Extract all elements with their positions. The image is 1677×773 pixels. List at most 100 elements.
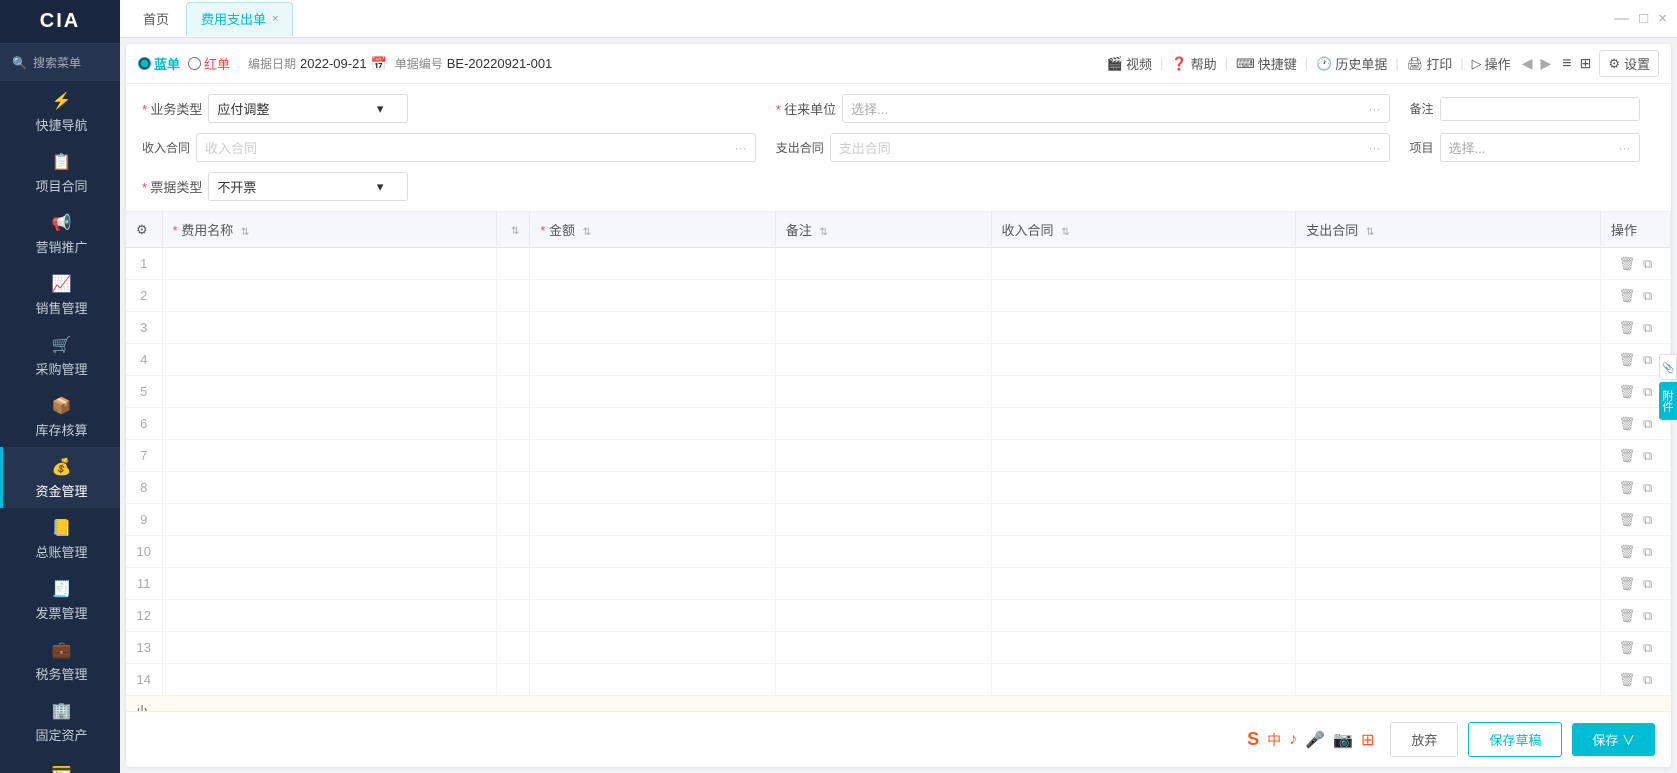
expense-contract-input[interactable]: 支出合同 ···: [830, 133, 1390, 162]
expense-name-cell[interactable]: [162, 344, 496, 376]
amount-cell[interactable]: [530, 632, 775, 664]
sort-icon[interactable]: ⇅: [241, 227, 249, 238]
tab-home[interactable]: 首页: [128, 2, 184, 36]
expense-contract-cell[interactable]: [1296, 312, 1601, 344]
copy-row-icon[interactable]: ⧉: [1643, 320, 1652, 336]
note-cell[interactable]: [775, 632, 991, 664]
expense-contract-cell[interactable]: [1296, 248, 1601, 280]
copy-row-icon[interactable]: ⧉: [1643, 672, 1652, 688]
grid-icon[interactable]: ⊞: [1361, 730, 1374, 750]
col-gear[interactable]: ⚙: [126, 212, 162, 248]
income-contract-cell[interactable]: [991, 376, 1296, 408]
settings-button[interactable]: ⚙ 设置: [1599, 50, 1659, 77]
amount-cell[interactable]: [530, 600, 775, 632]
delete-row-icon[interactable]: 🗑: [1619, 448, 1636, 464]
sidebar-item-capital[interactable]: 💰 资金管理: [0, 447, 120, 508]
delete-row-icon[interactable]: 🗑: [1619, 352, 1636, 368]
income-contract-cell[interactable]: [991, 440, 1296, 472]
delete-row-icon[interactable]: 🗑: [1619, 544, 1636, 560]
window-close-icon[interactable]: ×: [1656, 8, 1669, 29]
view-grid-icon[interactable]: ⊞: [1580, 55, 1592, 72]
amount-cell[interactable]: [530, 440, 775, 472]
attachment-button[interactable]: 附件: [1659, 382, 1677, 420]
project-input[interactable]: 选择... ···: [1440, 133, 1640, 162]
copy-row-icon[interactable]: ⧉: [1643, 512, 1652, 528]
blue-radio[interactable]: 蓝单: [138, 54, 180, 73]
copy-row-icon[interactable]: ⧉: [1643, 288, 1652, 304]
amount-sort-icon[interactable]: ⇅: [583, 227, 591, 238]
copy-row-icon[interactable]: ⧉: [1643, 640, 1652, 656]
delete-row-icon[interactable]: 🗑: [1619, 672, 1636, 688]
red-radio[interactable]: 红单: [188, 54, 230, 73]
note-cell[interactable]: [775, 504, 991, 536]
note-input[interactable]: [1440, 97, 1640, 121]
expense-contract-cell[interactable]: [1296, 536, 1601, 568]
expense-name-cell[interactable]: [162, 664, 496, 696]
copy-row-icon[interactable]: ⧉: [1643, 448, 1652, 464]
amount-cell[interactable]: [530, 344, 775, 376]
expense-contract-cell[interactable]: [1296, 408, 1601, 440]
date-value[interactable]: 2022-09-21: [300, 56, 367, 71]
invoice-type-select[interactable]: 不开票 ▾: [208, 172, 408, 201]
delete-row-icon[interactable]: 🗑: [1619, 416, 1636, 432]
sidebar-item-project-contract[interactable]: 📋 项目合同: [0, 142, 120, 203]
amount-cell[interactable]: [530, 312, 775, 344]
amount-cell[interactable]: [530, 504, 775, 536]
amount-cell[interactable]: [530, 280, 775, 312]
red-radio-input[interactable]: [188, 57, 201, 70]
mic-icon[interactable]: 🎤: [1305, 730, 1325, 750]
expense-name-cell[interactable]: [162, 408, 496, 440]
expense-contract-cell[interactable]: [1296, 440, 1601, 472]
amount-cell[interactable]: [530, 408, 775, 440]
expense-name-cell[interactable]: [162, 312, 496, 344]
camera-icon[interactable]: 📷: [1333, 730, 1353, 750]
income-contract-cell[interactable]: [991, 568, 1296, 600]
delete-row-icon[interactable]: 🗑: [1619, 640, 1636, 656]
operations-action[interactable]: ▷ 操作: [1472, 54, 1511, 73]
expense-name-cell[interactable]: [162, 472, 496, 504]
note-cell[interactable]: [775, 344, 991, 376]
blue-radio-input[interactable]: [138, 57, 151, 70]
income-contract-cell[interactable]: [991, 312, 1296, 344]
income-contract-cell[interactable]: [991, 632, 1296, 664]
copy-row-icon[interactable]: ⧉: [1643, 416, 1652, 432]
window-max-icon[interactable]: □: [1637, 8, 1650, 29]
help-action[interactable]: ❓ 帮助: [1171, 54, 1216, 73]
copy-row-icon[interactable]: ⧉: [1643, 352, 1652, 368]
note-cell[interactable]: [775, 664, 991, 696]
history-action[interactable]: 🕐 历史单据: [1316, 54, 1387, 73]
income-contract-input[interactable]: 收入合同 ···: [196, 133, 756, 162]
delete-row-icon[interactable]: 🗑: [1619, 256, 1636, 272]
expense-name-cell[interactable]: [162, 632, 496, 664]
expense-contract-cell[interactable]: [1296, 504, 1601, 536]
s-icon[interactable]: S: [1247, 729, 1259, 750]
project-more-icon[interactable]: ···: [1619, 141, 1631, 155]
delete-row-icon[interactable]: 🗑: [1619, 288, 1636, 304]
expense-contract-cell[interactable]: [1296, 280, 1601, 312]
biz-type-select[interactable]: 应付调整 ▾: [208, 94, 408, 123]
copy-row-icon[interactable]: ⧉: [1643, 544, 1652, 560]
expense-contract-cell[interactable]: [1296, 344, 1601, 376]
copy-row-icon[interactable]: ⧉: [1643, 576, 1652, 592]
discard-button[interactable]: 放弃: [1390, 722, 1458, 757]
view-list-icon[interactable]: ≡: [1562, 55, 1571, 73]
expense-name-cell[interactable]: [162, 440, 496, 472]
amount-cell[interactable]: [530, 376, 775, 408]
sidebar-item-purchase[interactable]: 🛒 采购管理: [0, 325, 120, 386]
sidebar-item-invoice[interactable]: 🧾 发票管理: [0, 569, 120, 630]
video-action[interactable]: 🎬 视频: [1107, 54, 1152, 73]
expense-contract-cell[interactable]: [1296, 568, 1601, 600]
sidebar-item-quick-nav[interactable]: ⚡ 快捷导航: [0, 81, 120, 142]
save-button[interactable]: 保存 ∨: [1572, 723, 1655, 756]
expense-contract-cell[interactable]: [1296, 600, 1601, 632]
sidebar-item-payroll[interactable]: 💳 工资: [0, 752, 120, 773]
tab-expense[interactable]: 费用支出单 ×: [186, 2, 293, 36]
expense-more-icon[interactable]: ···: [1369, 141, 1381, 155]
income-contract-cell[interactable]: [991, 248, 1296, 280]
expense-name-cell[interactable]: [162, 248, 496, 280]
amount-cell[interactable]: [530, 568, 775, 600]
income-contract-sort-icon[interactable]: ⇅: [1061, 227, 1069, 238]
zh-icon[interactable]: 中: [1267, 730, 1281, 750]
sidebar-item-marketing[interactable]: 📢 营销推广: [0, 203, 120, 264]
copy-row-icon[interactable]: ⧉: [1643, 480, 1652, 496]
